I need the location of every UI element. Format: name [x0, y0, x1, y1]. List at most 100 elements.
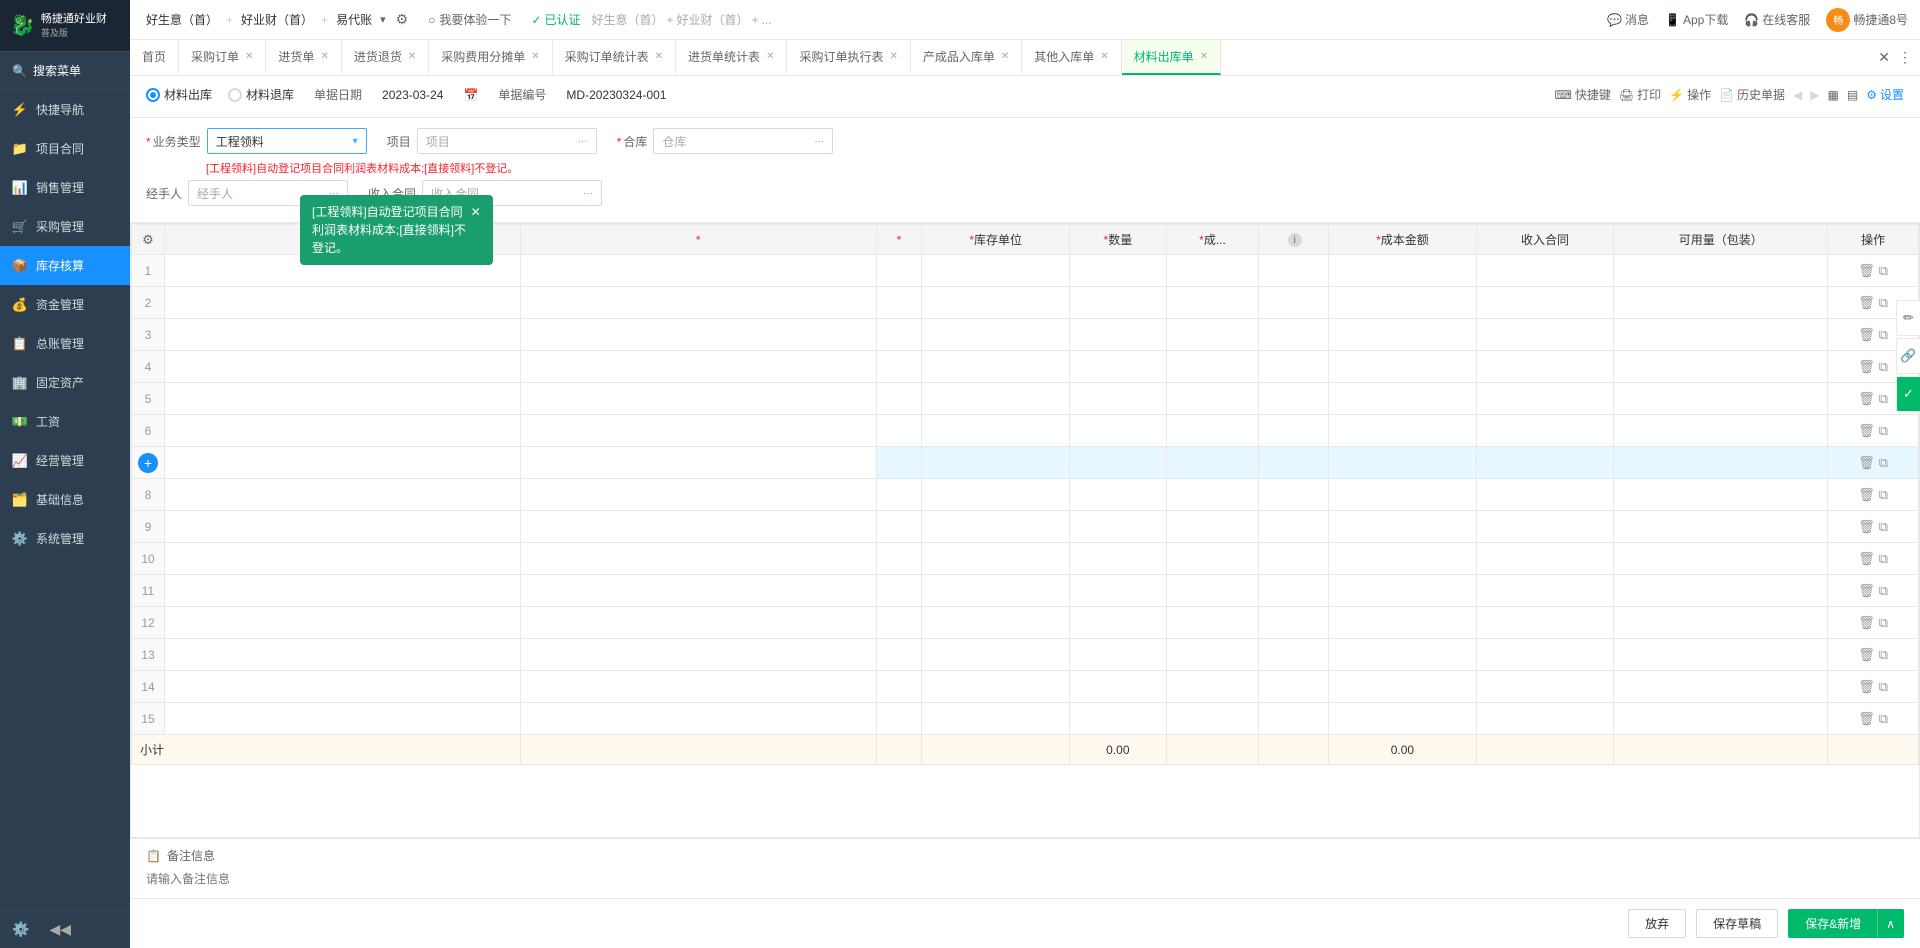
sidebar-item-salary[interactable]: 💵 工资 — [0, 402, 130, 441]
notes-section[interactable]: 📋 备注信息 — [146, 847, 1904, 864]
tab-goods_in[interactable]: 进货单✕ — [266, 40, 341, 75]
tab-purchase_order[interactable]: 采购订单✕ — [179, 40, 266, 75]
row-copy-icon[interactable]: ⧉ — [1879, 487, 1888, 503]
sidebar-item-system[interactable]: ⚙️ 系统管理 — [0, 519, 130, 558]
business-type-input[interactable]: 工程领料 ▾ — [207, 128, 367, 154]
sidebar-item-quicknav[interactable]: ⚡ 快捷导航 — [0, 90, 130, 129]
settings-icon[interactable]: ⚙️ — [12, 921, 29, 938]
row-delete-icon[interactable]: 🗑 — [1858, 423, 1875, 439]
tab-purchase_stats[interactable]: 采购订单统计表✕ — [553, 40, 676, 75]
settings-btn[interactable]: ⚙ 设置 — [1866, 86, 1904, 103]
save-new-dropdown[interactable]: ∧ — [1877, 909, 1904, 938]
date-value[interactable]: 2023-03-24 — [382, 88, 443, 102]
row-input-project[interactable] — [171, 456, 514, 470]
row-delete-icon[interactable]: 🗑 — [1858, 647, 1875, 663]
row-copy-icon[interactable]: ⧉ — [1879, 615, 1888, 631]
sidebar-search[interactable]: 🔍 搜索菜单 — [0, 52, 130, 90]
row-copy-icon[interactable]: ⧉ — [1879, 647, 1888, 663]
save-draft-button[interactable]: 保存草稿 — [1696, 909, 1778, 938]
row-copy-icon[interactable]: ⧉ — [1879, 455, 1888, 471]
operation-btn[interactable]: ⚡ 操作 — [1669, 86, 1711, 103]
tabbar-close-icon[interactable]: ✕ — [1878, 49, 1890, 66]
tabbar-layout-icon[interactable]: ⋮ — [1898, 49, 1912, 66]
row-copy-icon[interactable]: ⧉ — [1879, 295, 1888, 311]
right-panel-pencil[interactable]: ✏ — [1896, 300, 1920, 336]
sidebar-item-accounting[interactable]: 📋 总账管理 — [0, 324, 130, 363]
row-copy-icon[interactable]: ⧉ — [1879, 519, 1888, 535]
topbar-link-yidaili[interactable]: 易代账 — [332, 9, 376, 30]
topbar-messages[interactable]: 💬 消息 — [1607, 11, 1649, 28]
row-delete-icon[interactable]: 🗑 — [1858, 615, 1875, 631]
table-gear-icon[interactable]: ⚙ — [142, 232, 154, 247]
tab-close-goods_stats[interactable]: ✕ — [766, 51, 774, 62]
sidebar-item-operations[interactable]: 📈 经营管理 — [0, 441, 130, 480]
row-delete-icon[interactable]: 🗑 — [1858, 327, 1875, 343]
discard-button[interactable]: 放弃 — [1628, 909, 1686, 938]
tab-purchase_exec[interactable]: 采购订单执行表✕ — [787, 40, 910, 75]
tab-home[interactable]: 首页 — [130, 40, 179, 75]
project-input[interactable]: 项目 ··· — [417, 128, 597, 154]
history-btn[interactable]: 📄 历史单据 — [1719, 86, 1785, 103]
row-delete-icon[interactable]: 🗑 — [1858, 519, 1875, 535]
add-row-btn[interactable]: + — [138, 453, 158, 473]
tab-product_in[interactable]: 产成品入库单✕ — [911, 40, 1022, 75]
sidebar-item-assets[interactable]: 🏢 固定资产 — [0, 363, 130, 402]
shortcut-btn[interactable]: ⌨ 快捷键 — [1555, 86, 1611, 103]
print-btn[interactable]: 🖨 打印 — [1619, 86, 1661, 103]
row-delete-icon[interactable]: 🗑 — [1858, 455, 1875, 471]
right-panel-link[interactable]: 🔗 — [1896, 338, 1920, 374]
topbar-trial[interactable]: ○我要体验一下 — [428, 11, 511, 28]
tab-other_in[interactable]: 其他入库单✕ — [1022, 40, 1121, 75]
warehouse-input[interactable]: 仓库 ··· — [653, 128, 833, 154]
tab-goods_return[interactable]: 进货退货✕ — [342, 40, 429, 75]
save-new-button[interactable]: 保存&新增 — [1788, 909, 1877, 938]
tab-close-goods_in[interactable]: ✕ — [320, 51, 328, 62]
row-copy-icon[interactable]: ⧉ — [1879, 711, 1888, 727]
layout1-btn[interactable]: ▦ — [1828, 88, 1839, 102]
row-input-material[interactable] — [527, 456, 870, 470]
row-copy-icon[interactable]: ⧉ — [1879, 583, 1888, 599]
tab-close-other_in[interactable]: ✕ — [1100, 51, 1108, 62]
tooltip-close[interactable]: ✕ — [471, 203, 481, 221]
row-copy-icon[interactable]: ⧉ — [1879, 679, 1888, 695]
row-delete-icon[interactable]: 🗑 — [1858, 583, 1875, 599]
row-copy-icon[interactable]: ⧉ — [1879, 263, 1888, 279]
topbar-gear-icon[interactable]: ⚙ — [396, 11, 409, 28]
tab-material_out[interactable]: 材料出库单✕ — [1122, 40, 1221, 75]
sidebar-item-purchase[interactable]: 🛒 采购管理 — [0, 207, 130, 246]
notes-input[interactable] — [146, 868, 1904, 890]
topbar-app-download[interactable]: 📱 App下载 — [1665, 11, 1728, 28]
sidebar-item-basics[interactable]: 🗂️ 基础信息 — [0, 480, 130, 519]
radio-material-return[interactable]: 材料退库 — [228, 86, 294, 103]
radio-material-out[interactable]: 材料出库 — [146, 86, 212, 103]
collapse-icon[interactable]: ◀◀ — [49, 921, 71, 938]
tab-close-purchase_order[interactable]: ✕ — [245, 51, 253, 62]
row-copy-icon[interactable]: ⧉ — [1879, 391, 1888, 407]
topbar-link-haoshengyi[interactable]: 好生意（首） — [142, 9, 222, 30]
tab-close-product_in[interactable]: ✕ — [1001, 51, 1009, 62]
tab-close-goods_return[interactable]: ✕ — [408, 51, 416, 62]
topbar-link-haoyecai[interactable]: 好业财（首） — [237, 9, 317, 30]
tab-close-purchase_expense[interactable]: ✕ — [531, 51, 539, 62]
row-delete-icon[interactable]: 🗑 — [1858, 551, 1875, 567]
row-copy-icon[interactable]: ⧉ — [1879, 551, 1888, 567]
row-copy-icon[interactable]: ⧉ — [1879, 359, 1888, 375]
row-delete-icon[interactable]: 🗑 — [1858, 391, 1875, 407]
tab-purchase_expense[interactable]: 采购费用分摊单✕ — [429, 40, 552, 75]
tab-close-purchase_stats[interactable]: ✕ — [655, 51, 663, 62]
row-delete-icon[interactable]: 🗑 — [1858, 359, 1875, 375]
layout2-btn[interactable]: ▤ — [1847, 88, 1858, 102]
right-panel-check[interactable]: ✓ — [1896, 376, 1920, 412]
row-delete-icon[interactable]: 🗑 — [1858, 487, 1875, 503]
tab-close-material_out[interactable]: ✕ — [1200, 51, 1208, 62]
row-copy-icon[interactable]: ⧉ — [1879, 423, 1888, 439]
row-delete-icon[interactable]: 🗑 — [1858, 711, 1875, 727]
sidebar-item-finance[interactable]: 💰 资金管理 — [0, 285, 130, 324]
row-delete-icon[interactable]: 🗑 — [1858, 295, 1875, 311]
topbar-online-support[interactable]: 🎧 在线客服 — [1744, 11, 1810, 28]
sidebar-item-inventory[interactable]: 📦 库存核算 — [0, 246, 130, 285]
sidebar-item-project[interactable]: 📁 项目合同 — [0, 129, 130, 168]
cost-info-icon[interactable]: i — [1288, 233, 1302, 247]
sidebar-item-sales[interactable]: 📊 销售管理 — [0, 168, 130, 207]
row-copy-icon[interactable]: ⧉ — [1879, 327, 1888, 343]
